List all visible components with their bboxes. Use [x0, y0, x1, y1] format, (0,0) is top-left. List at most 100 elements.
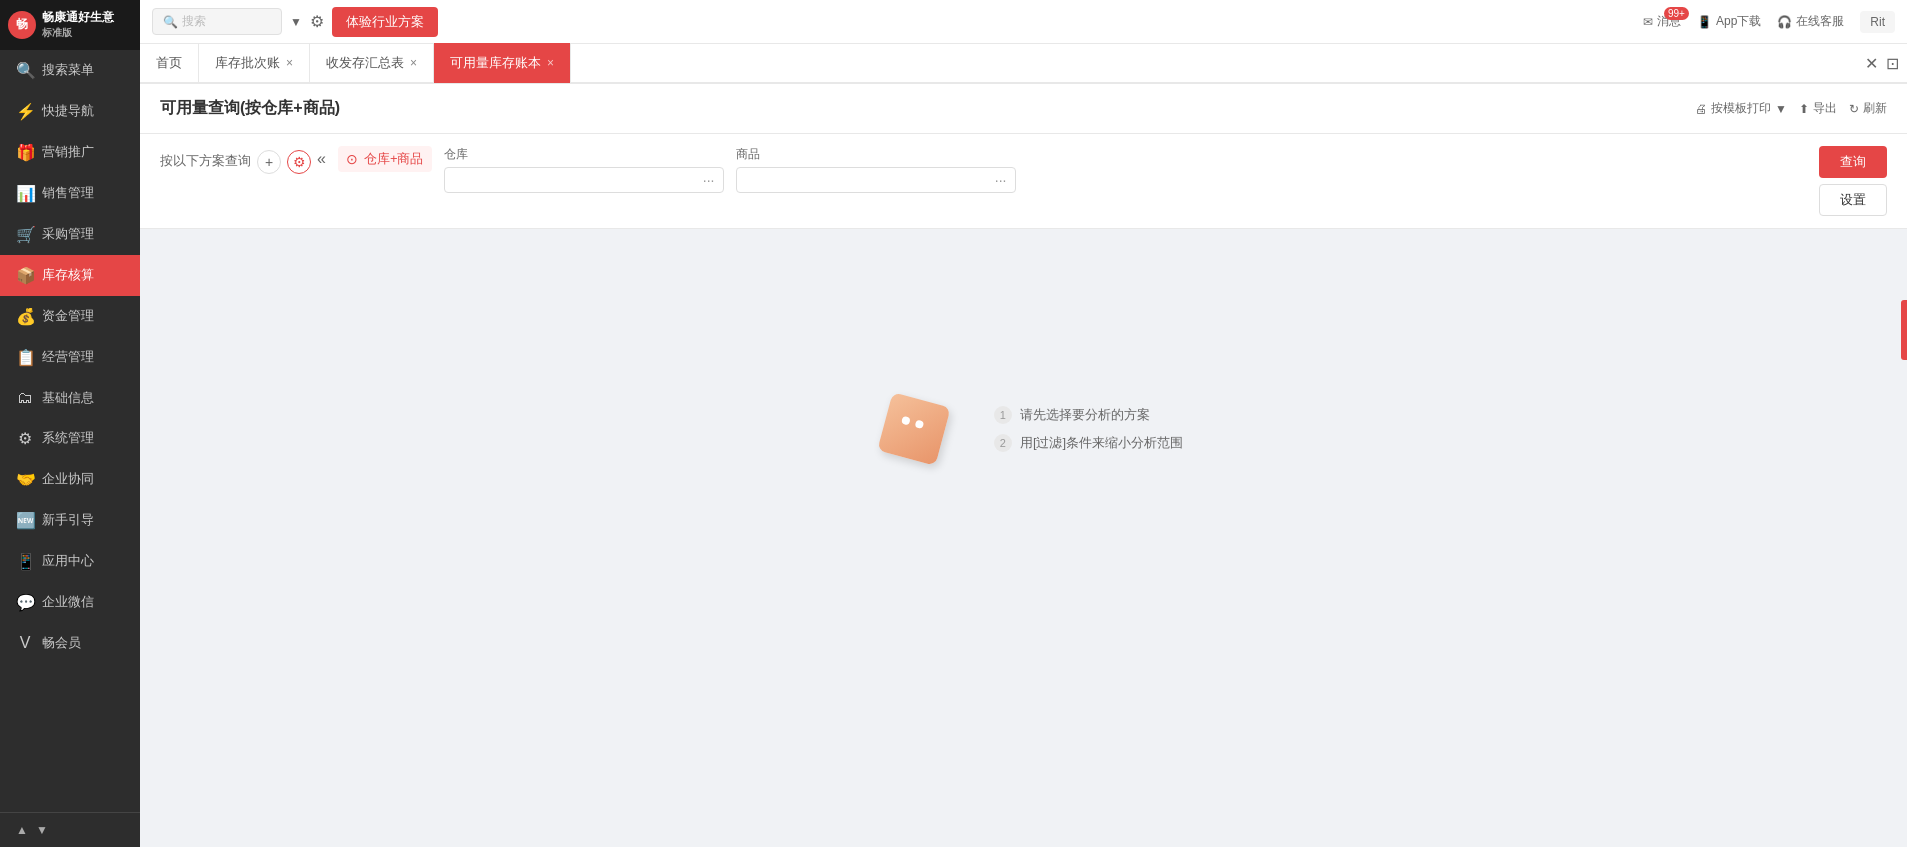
product-input-wrap[interactable]: ··· — [736, 167, 1016, 193]
apps-icon: 📱 — [16, 552, 34, 571]
sidebar-item-wechat[interactable]: 💬 企业微信 — [0, 582, 140, 623]
sidebar-item-label: 资金管理 — [42, 307, 94, 325]
basic-icon: 🗂 — [16, 389, 34, 407]
box-illus-body — [877, 392, 950, 465]
sidebar-item-label: 基础信息 — [42, 389, 94, 407]
sidebar-item-operations[interactable]: 📋 经营管理 — [0, 337, 140, 378]
page-content: 可用量查询(按仓库+商品) 🖨 按模板打印 ▼ ⬆ 导出 ↻ 刷新 — [140, 84, 1907, 847]
topbar-messages[interactable]: ✉ 消息 99+ — [1643, 13, 1681, 30]
right-resize-handle[interactable] — [1901, 300, 1907, 360]
sidebar-item-search[interactable]: 🔍 搜索菜单 — [0, 50, 140, 91]
topbar: 🔍 搜索 ▼ ⚙ 体验行业方案 ✉ 消息 99+ 📱 App下载 🎧 在线客服 … — [140, 0, 1907, 44]
print-template-btn[interactable]: 🖨 按模板打印 ▼ — [1695, 100, 1787, 117]
filter-field-product: 商品 ··· — [736, 146, 1016, 193]
scheme-warehouse-icon: ⊙ — [346, 151, 358, 167]
sidebar-item-label: 搜索菜单 — [42, 61, 94, 79]
sidebar-item-label: 库存核算 — [42, 266, 94, 284]
sidebar-item-apps[interactable]: 📱 应用中心 — [0, 541, 140, 582]
query-btn[interactable]: 查询 — [1819, 146, 1887, 178]
tab-summary[interactable]: 收发存汇总表 × — [310, 43, 434, 83]
service-icon: 🎧 — [1777, 15, 1792, 29]
tab-summary-close[interactable]: × — [410, 56, 417, 70]
operations-icon: 📋 — [16, 348, 34, 367]
tabs-window-controls: ✕ ⊡ — [1857, 54, 1907, 73]
sidebar-footer[interactable]: ▲ ▼ — [0, 812, 140, 847]
topbar-search-field[interactable]: 🔍 搜索 — [152, 8, 282, 35]
tab-home[interactable]: 首页 — [140, 43, 199, 83]
sidebar-item-marketing[interactable]: 🎁 营销推广 — [0, 132, 140, 173]
industry-btn[interactable]: 体验行业方案 — [332, 7, 438, 37]
tab-batch-label: 库存批次账 — [215, 54, 280, 72]
sidebar-item-sales[interactable]: 📊 销售管理 — [0, 173, 140, 214]
sidebar-header: 畅 畅康通好生意 标准版 — [0, 0, 140, 50]
export-label: 导出 — [1813, 100, 1837, 117]
warehouse-input[interactable] — [453, 173, 699, 188]
product-more-icon[interactable]: ··· — [995, 172, 1007, 188]
sidebar-item-member[interactable]: V 畅会员 — [0, 623, 140, 663]
scroll-up-icon: ▲ — [16, 823, 28, 837]
tab-restore-btn[interactable]: ⊡ — [1886, 54, 1899, 73]
scheme-item-warehouse-product[interactable]: ⊙ 仓库+商品 — [338, 146, 432, 172]
topbar-app-download[interactable]: 📱 App下载 — [1697, 13, 1761, 30]
sidebar-item-label: 新手引导 — [42, 511, 94, 529]
sidebar-item-system[interactable]: ⚙ 系统管理 — [0, 418, 140, 459]
wechat-icon: 💬 — [16, 593, 34, 612]
inventory-icon: 📦 — [16, 266, 34, 285]
product-field-label: 商品 — [736, 146, 1016, 163]
sidebar-item-label: 企业协同 — [42, 470, 94, 488]
print-icon: 🖨 — [1695, 102, 1707, 116]
warehouse-more-icon[interactable]: ··· — [703, 172, 715, 188]
add-scheme-btn[interactable]: + — [257, 150, 281, 174]
tab-available[interactable]: 可用量库存账本 × — [434, 43, 571, 83]
warehouse-field-label: 仓库 — [444, 146, 724, 163]
warehouse-input-wrap[interactable]: ··· — [444, 167, 724, 193]
filter-area: 按以下方案查询 + ⚙ « ⊙ 仓库+商品 仓库 ··· — [140, 134, 1907, 229]
empty-illustration — [864, 379, 964, 479]
tab-batch[interactable]: 库存批次账 × — [199, 43, 310, 83]
tabs-bar: 首页 库存批次账 × 收发存汇总表 × 可用量库存账本 × ✕ ⊡ — [140, 44, 1907, 84]
settings-scheme-btn[interactable]: ⚙ — [287, 150, 311, 174]
page-header: 可用量查询(按仓库+商品) 🖨 按模板打印 ▼ ⬆ 导出 ↻ 刷新 — [140, 84, 1907, 134]
service-label: 在线客服 — [1796, 13, 1844, 30]
page-title: 可用量查询(按仓库+商品) — [160, 98, 340, 119]
sidebar-item-shortcut[interactable]: ⚡ 快捷导航 — [0, 91, 140, 132]
refresh-btn[interactable]: ↻ 刷新 — [1849, 100, 1887, 117]
sidebar-item-onboarding[interactable]: 🆕 新手引导 — [0, 500, 140, 541]
topbar-online-service[interactable]: 🎧 在线客服 — [1777, 13, 1844, 30]
sidebar-item-purchase[interactable]: 🛒 采购管理 — [0, 214, 140, 255]
sidebar-item-basic[interactable]: 🗂 基础信息 — [0, 378, 140, 418]
edition-badge: 标准版 — [42, 26, 114, 40]
purchase-icon: 🛒 — [16, 225, 34, 244]
refresh-icon: ↻ — [1849, 102, 1859, 116]
tab-available-close[interactable]: × — [547, 56, 554, 70]
search-icon: 🔍 — [16, 61, 34, 80]
message-badge: 99+ — [1664, 7, 1689, 20]
scroll-down-icon: ▼ — [36, 823, 48, 837]
sidebar-item-finance[interactable]: 💰 资金管理 — [0, 296, 140, 337]
sidebar-item-label: 采购管理 — [42, 225, 94, 243]
brand-name: 畅康通好生意 — [42, 10, 114, 26]
collapse-filter-btn[interactable]: « — [317, 146, 326, 168]
system-icon: ⚙ — [16, 429, 34, 448]
sidebar-item-label: 营销推广 — [42, 143, 94, 161]
topbar-user-menu[interactable]: Rit — [1860, 11, 1895, 33]
mobile-icon: 📱 — [1697, 15, 1712, 29]
search-placeholder-text: 搜索 — [182, 13, 206, 30]
topbar-dropdown[interactable]: ▼ — [290, 15, 302, 29]
tab-close-window-btn[interactable]: ✕ — [1865, 54, 1878, 73]
empty-hint-2: 2 用[过滤]条件来缩小分析范围 — [994, 434, 1183, 452]
topbar-gear-icon[interactable]: ⚙ — [310, 12, 324, 31]
sidebar-item-label: 企业微信 — [42, 593, 94, 611]
tab-batch-close[interactable]: × — [286, 56, 293, 70]
empty-state: 1 请先选择要分析的方案 2 用[过滤]条件来缩小分析范围 — [140, 229, 1907, 629]
export-icon: ⬆ — [1799, 102, 1809, 116]
app-download-label: App下载 — [1716, 13, 1761, 30]
sidebar-item-enterprise[interactable]: 🤝 企业协同 — [0, 459, 140, 500]
export-btn[interactable]: ⬆ 导出 — [1799, 100, 1837, 117]
filter-settings-btn[interactable]: 设置 — [1819, 184, 1887, 216]
scheme-item-label: 仓库+商品 — [364, 150, 424, 168]
product-input[interactable] — [745, 173, 991, 188]
empty-hints: 1 请先选择要分析的方案 2 用[过滤]条件来缩小分析范围 — [994, 406, 1183, 452]
sidebar-item-inventory[interactable]: 📦 库存核算 — [0, 255, 140, 296]
sidebar-item-label: 畅会员 — [42, 634, 81, 652]
